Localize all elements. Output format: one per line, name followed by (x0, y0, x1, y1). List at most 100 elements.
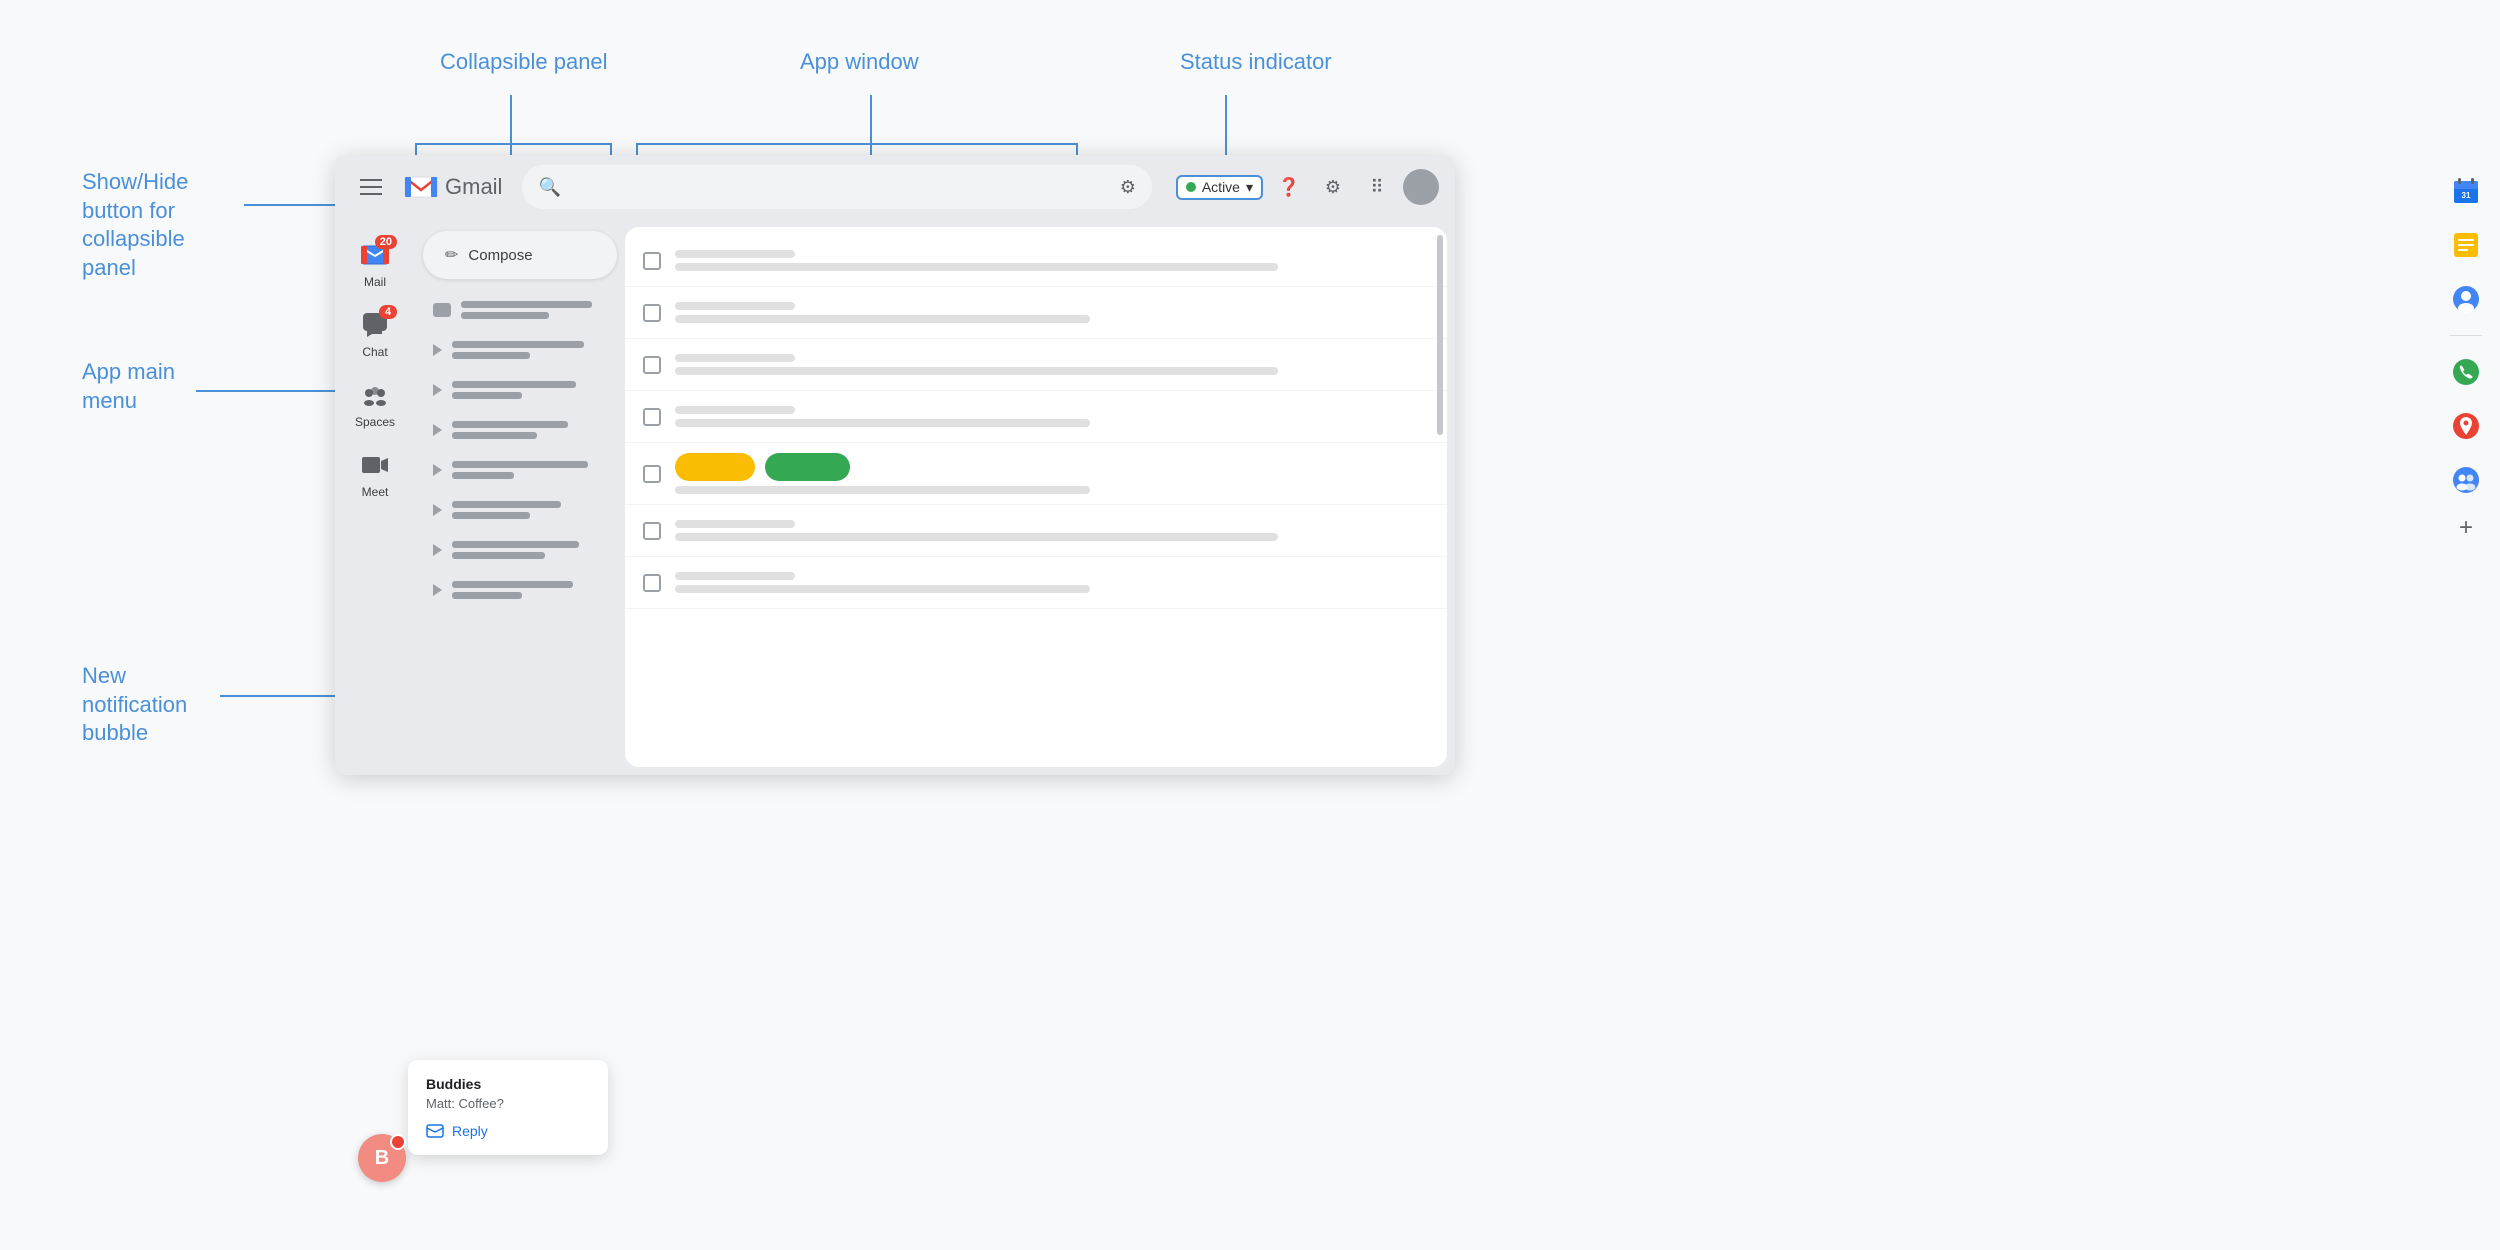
people-icon-svg (2452, 466, 2480, 494)
notification-popup: Buddies Matt: Coffee? Reply (408, 1060, 608, 1155)
email-checkbox[interactable] (643, 522, 661, 540)
status-button[interactable]: Active ▾ (1176, 175, 1263, 200)
scrollbar[interactable] (1437, 235, 1443, 435)
annotation-bracket-collapsible-left (415, 143, 610, 145)
calendar-sidebar-icon[interactable]: 31 (2442, 167, 2490, 215)
phone-sidebar-icon[interactable] (2442, 348, 2490, 396)
email-sender (675, 302, 795, 310)
table-row[interactable] (625, 339, 1447, 391)
annotation-new-notification: New notification bubble (82, 662, 187, 748)
panel-item-3[interactable] (423, 373, 617, 407)
panel-line (461, 312, 549, 319)
tasks-sidebar-icon[interactable] (2442, 221, 2490, 269)
email-checkbox[interactable] (643, 252, 661, 270)
filter-icon[interactable]: ⚙ (1120, 177, 1136, 198)
chat-icon-wrap: 4 (359, 309, 391, 341)
email-sender (675, 406, 795, 414)
notification-title: Buddies (426, 1076, 590, 1092)
mail-label: Mail (364, 275, 386, 289)
calendar-icon-svg: 31 (2452, 177, 2480, 205)
email-sender (675, 520, 795, 528)
gmail-logo: Gmail (403, 173, 502, 201)
spaces-icon (361, 383, 389, 407)
svg-text:31: 31 (2462, 191, 2471, 200)
add-sidebar-icon[interactable]: + (2448, 510, 2484, 546)
email-checkbox[interactable] (643, 465, 661, 483)
email-subject (675, 419, 1090, 427)
panel-triangle-3 (433, 384, 442, 396)
email-checkbox[interactable] (643, 574, 661, 592)
panel-item-1[interactable] (423, 293, 617, 327)
panel-item-8[interactable] (423, 573, 617, 607)
panel-item-6[interactable] (423, 493, 617, 527)
table-row[interactable] (625, 443, 1447, 505)
email-checkbox[interactable] (643, 304, 661, 322)
email-checkbox[interactable] (643, 356, 661, 374)
annotation-line-appwindow (870, 95, 872, 157)
annotation-app-main-menu: App main menu (82, 358, 175, 415)
panel-item-7[interactable] (423, 533, 617, 567)
email-subject (675, 263, 1278, 271)
email-body (675, 520, 1429, 541)
search-input[interactable] (571, 165, 1110, 209)
email-body (675, 302, 1429, 323)
panel-line (452, 392, 522, 399)
notification-bubble[interactable]: B (358, 1134, 406, 1182)
email-list (625, 227, 1447, 767)
panel-line (452, 592, 522, 599)
panel-item-icon-1 (433, 303, 451, 317)
people-sidebar-icon[interactable] (2442, 456, 2490, 504)
panel-item-lines-6 (452, 501, 607, 519)
email-checkbox[interactable] (643, 408, 661, 426)
notification-reply-button[interactable]: Reply (426, 1123, 590, 1139)
hamburger-line (360, 186, 382, 188)
help-button[interactable]: ❓ (1271, 169, 1307, 205)
email-body (675, 572, 1429, 593)
compose-icon: ✏ (445, 245, 458, 265)
collapsible-panel: ✏ Compose (415, 219, 625, 775)
search-icon: 🔍 (538, 177, 560, 198)
panel-item-4[interactable] (423, 413, 617, 447)
panel-line (452, 421, 568, 428)
status-label: Active (1202, 179, 1240, 195)
table-row[interactable] (625, 287, 1447, 339)
email-tags (675, 453, 1429, 481)
email-subject (675, 533, 1278, 541)
avatar[interactable] (1403, 169, 1439, 205)
contacts-sidebar-icon[interactable] (2442, 275, 2490, 323)
table-row[interactable] (625, 235, 1447, 287)
compose-button[interactable]: ✏ Compose (423, 231, 617, 279)
panel-item-lines-3 (452, 381, 607, 399)
sidebar-item-mail[interactable]: 20 Mail (341, 231, 409, 297)
maps-sidebar-icon[interactable] (2442, 402, 2490, 450)
annotation-collapsible-panel: Collapsible panel (440, 48, 608, 77)
table-row[interactable] (625, 505, 1447, 557)
notification-bubble-badge (390, 1134, 406, 1150)
sidebar-item-spaces[interactable]: Spaces (341, 371, 409, 437)
gmail-title: Gmail (445, 174, 502, 200)
phone-icon-svg (2452, 358, 2480, 386)
table-row[interactable] (625, 557, 1447, 609)
panel-item-5[interactable] (423, 453, 617, 487)
annotation-app-main-menu-text: App main menu (82, 359, 175, 413)
hamburger-button[interactable] (351, 167, 391, 207)
table-row[interactable] (625, 391, 1447, 443)
apps-button[interactable]: ⠿ (1359, 169, 1395, 205)
panel-item-2[interactable] (423, 333, 617, 367)
email-body (675, 250, 1429, 271)
email-sender (675, 572, 795, 580)
email-subject (675, 315, 1090, 323)
search-bar[interactable]: 🔍 ⚙ (522, 165, 1151, 209)
panel-line (452, 432, 537, 439)
settings-button[interactable]: ⚙ (1315, 169, 1351, 205)
panel-item-lines-5 (452, 461, 607, 479)
gmail-window: Gmail 🔍 ⚙ Active ▾ ❓ ⚙ ⠿ (335, 155, 1455, 775)
spaces-icon-wrap (359, 379, 391, 411)
annotation-status-indicator: Status indicator (1180, 48, 1332, 77)
panel-item-lines-2 (452, 341, 607, 359)
sidebar-item-chat[interactable]: 4 Chat (341, 301, 409, 367)
sidebar-item-meet[interactable]: Meet (341, 441, 409, 507)
panel-line (452, 461, 588, 468)
maps-icon-svg (2452, 412, 2480, 440)
panel-line (452, 552, 545, 559)
